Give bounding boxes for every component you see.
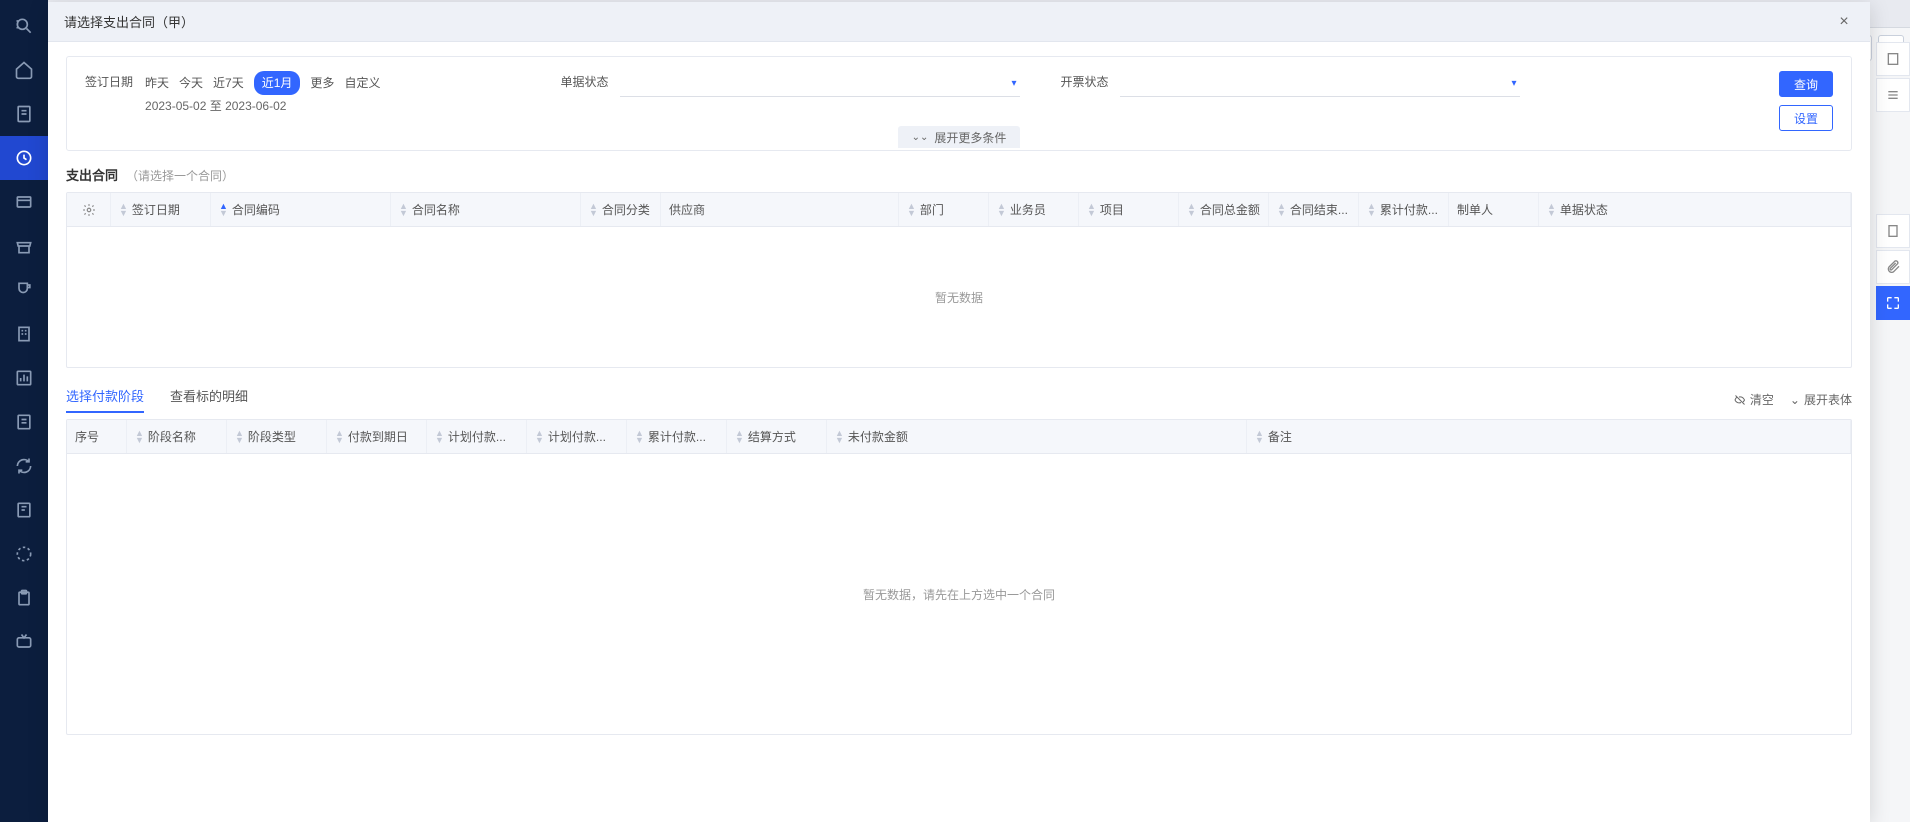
column-settings-button[interactable] (67, 193, 111, 226)
date-opt-last1m[interactable]: 近1月 (254, 71, 301, 95)
col-stage-type[interactable]: ▲▼阶段类型 (227, 420, 327, 453)
chevron-down-icon: ▾ (1011, 78, 1016, 89)
col-sign-date[interactable]: ▲▼签订日期 (111, 193, 211, 226)
nav-chart-icon[interactable] (0, 356, 48, 400)
right-action-expand-icon[interactable] (1876, 286, 1910, 320)
date-opt-custom[interactable]: 自定义 (344, 72, 380, 94)
modal-header: 请选择支出合同（甲） × (48, 2, 1870, 42)
nav-home-icon[interactable] (0, 48, 48, 92)
date-quick-options: 昨天 今天 近7天 近1月 更多 自定义 (145, 71, 380, 95)
col-supplier[interactable]: 供应商 (661, 193, 899, 226)
col-acc-pay[interactable]: ▲▼累计付款... (1359, 193, 1449, 226)
eye-off-icon (1734, 394, 1746, 406)
right-action-1-icon[interactable] (1876, 42, 1910, 76)
close-icon[interactable]: × (1834, 12, 1854, 32)
nav-building-icon[interactable] (0, 312, 48, 356)
col-dept[interactable]: ▲▼部门 (899, 193, 989, 226)
col-maker[interactable]: 制单人 (1449, 193, 1539, 226)
expand-more-conditions[interactable]: ⌄⌄ 展开更多条件 (898, 126, 1021, 148)
nav-contract-icon[interactable] (0, 136, 48, 180)
right-action-list-icon[interactable] (1876, 78, 1910, 112)
left-nav-sidebar (0, 0, 48, 822)
col-end-date[interactable]: ▲▼合同结束... (1269, 193, 1359, 226)
col-remark[interactable]: ▲▼备注 (1247, 420, 1851, 453)
filter-sign-date: 签订日期 昨天 今天 近7天 近1月 更多 自定义 2023-05-02 至 2… (85, 71, 380, 114)
col-stage-name[interactable]: ▲▼阶段名称 (127, 420, 227, 453)
col-salesman[interactable]: ▲▼业务员 (989, 193, 1079, 226)
gear-icon (82, 203, 96, 217)
col-plan-pay-1[interactable]: ▲▼计划付款... (427, 420, 527, 453)
section1-subtitle: （请选择一个合同） (126, 167, 234, 184)
nav-card-icon[interactable] (0, 180, 48, 224)
col-contract-name[interactable]: ▲▼合同名称 (391, 193, 581, 226)
nav-search-icon[interactable] (0, 4, 48, 48)
nav-cup-icon[interactable] (0, 268, 48, 312)
filter-doc-status: 单据状态 ▾ (560, 71, 1020, 97)
modal-title: 请选择支出合同（甲） (64, 12, 194, 31)
doc-status-label: 单据状态 (560, 71, 608, 93)
col-total-amount[interactable]: ▲▼合同总金额 (1179, 193, 1269, 226)
stage-empty-text: 暂无数据，请先在上方选中一个合同 (863, 586, 1055, 603)
stage-table-body: 暂无数据，请先在上方选中一个合同 (67, 454, 1851, 734)
tab-subject-detail[interactable]: 查看标的明细 (170, 386, 248, 413)
double-chevron-down-icon: ⌄⌄ (912, 132, 929, 143)
col-idx[interactable]: 序号 (67, 420, 127, 453)
right-action-attach-icon[interactable] (1876, 250, 1910, 284)
tab-tools: 清空 ⌄ 展开表体 (1734, 391, 1852, 408)
date-opt-today[interactable]: 今天 (179, 72, 203, 94)
nav-loop-icon[interactable] (0, 532, 48, 576)
col-unpaid[interactable]: ▲▼未付款金额 (827, 420, 1247, 453)
chevron-down-icon: ▾ (1511, 78, 1516, 89)
modal-body: 签订日期 昨天 今天 近7天 近1月 更多 自定义 2023-05-02 至 2… (48, 42, 1870, 822)
settings-button[interactable]: 设置 (1779, 105, 1833, 131)
detail-tabs: 选择付款阶段 查看标的明细 (66, 386, 248, 413)
date-range-text: 2023-05-02 至 2023-06-02 (145, 97, 380, 114)
doc-status-select[interactable]: ▾ (620, 71, 1020, 97)
nav-report-icon[interactable] (0, 488, 48, 532)
nav-store-icon[interactable] (0, 224, 48, 268)
col-due-date[interactable]: ▲▼付款到期日 (327, 420, 427, 453)
col-contract-code[interactable]: ▲▼合同编码 (211, 193, 391, 226)
expand-more-label: 展开更多条件 (934, 129, 1006, 146)
invoice-status-label: 开票状态 (1060, 71, 1108, 93)
date-opt-yesterday[interactable]: 昨天 (145, 72, 169, 94)
nav-tv-icon[interactable] (0, 620, 48, 664)
filter-actions: 查询 设置 (1779, 71, 1833, 131)
col-stage-acc-pay[interactable]: ▲▼累计付款... (627, 420, 727, 453)
stage-table-header: 序号 ▲▼阶段名称 ▲▼阶段类型 ▲▼付款到期日 ▲▼计划付款... ▲▼计划付… (67, 420, 1851, 454)
expand-body-button[interactable]: ⌄ 展开表体 (1790, 391, 1852, 408)
nav-doc-icon[interactable] (0, 92, 48, 136)
select-expense-contract-modal: 请选择支出合同（甲） × 签订日期 昨天 今天 近7天 近1月 更多 自定义 (48, 2, 1870, 822)
chevron-down-icon: ⌄ (1790, 393, 1800, 407)
contract-table: ▲▼签订日期 ▲▼合同编码 ▲▼合同名称 ▲▼合同分类 供应商 ▲▼部门 ▲▼业… (66, 192, 1852, 368)
sign-date-label: 签订日期 (85, 71, 133, 93)
detail-tabs-row: 选择付款阶段 查看标的明细 清空 ⌄ 展开表体 (66, 386, 1852, 413)
right-action-doc-icon[interactable] (1876, 214, 1910, 248)
col-contract-cat[interactable]: ▲▼合同分类 (581, 193, 661, 226)
nav-refresh-icon[interactable] (0, 444, 48, 488)
contract-empty-text: 暂无数据 (935, 289, 983, 306)
date-opt-last7[interactable]: 近7天 (213, 72, 244, 94)
invoice-status-select[interactable]: ▾ (1120, 71, 1520, 97)
clear-button[interactable]: 清空 (1734, 391, 1774, 408)
section1-title: 支出合同 (66, 165, 118, 184)
right-action-bar (1876, 42, 1910, 320)
nav-clip-icon[interactable] (0, 576, 48, 620)
tab-payment-stage[interactable]: 选择付款阶段 (66, 386, 144, 413)
contract-table-header: ▲▼签订日期 ▲▼合同编码 ▲▼合同名称 ▲▼合同分类 供应商 ▲▼部门 ▲▼业… (67, 193, 1851, 227)
filter-panel: 签订日期 昨天 今天 近7天 近1月 更多 自定义 2023-05-02 至 2… (66, 56, 1852, 151)
col-doc-status[interactable]: ▲▼单据状态 (1539, 193, 1851, 226)
contract-table-body: 暂无数据 (67, 227, 1851, 367)
section-expense-contract-title: 支出合同 （请选择一个合同） (66, 165, 1852, 184)
col-plan-pay-2[interactable]: ▲▼计划付款... (527, 420, 627, 453)
stage-table: 序号 ▲▼阶段名称 ▲▼阶段类型 ▲▼付款到期日 ▲▼计划付款... ▲▼计划付… (66, 419, 1852, 735)
col-project[interactable]: ▲▼项目 (1079, 193, 1179, 226)
filter-invoice-status: 开票状态 ▾ (1060, 71, 1520, 97)
nav-list-icon[interactable] (0, 400, 48, 444)
date-opt-more[interactable]: 更多 (310, 72, 334, 94)
col-settle[interactable]: ▲▼结算方式 (727, 420, 827, 453)
query-button[interactable]: 查询 (1779, 71, 1833, 97)
